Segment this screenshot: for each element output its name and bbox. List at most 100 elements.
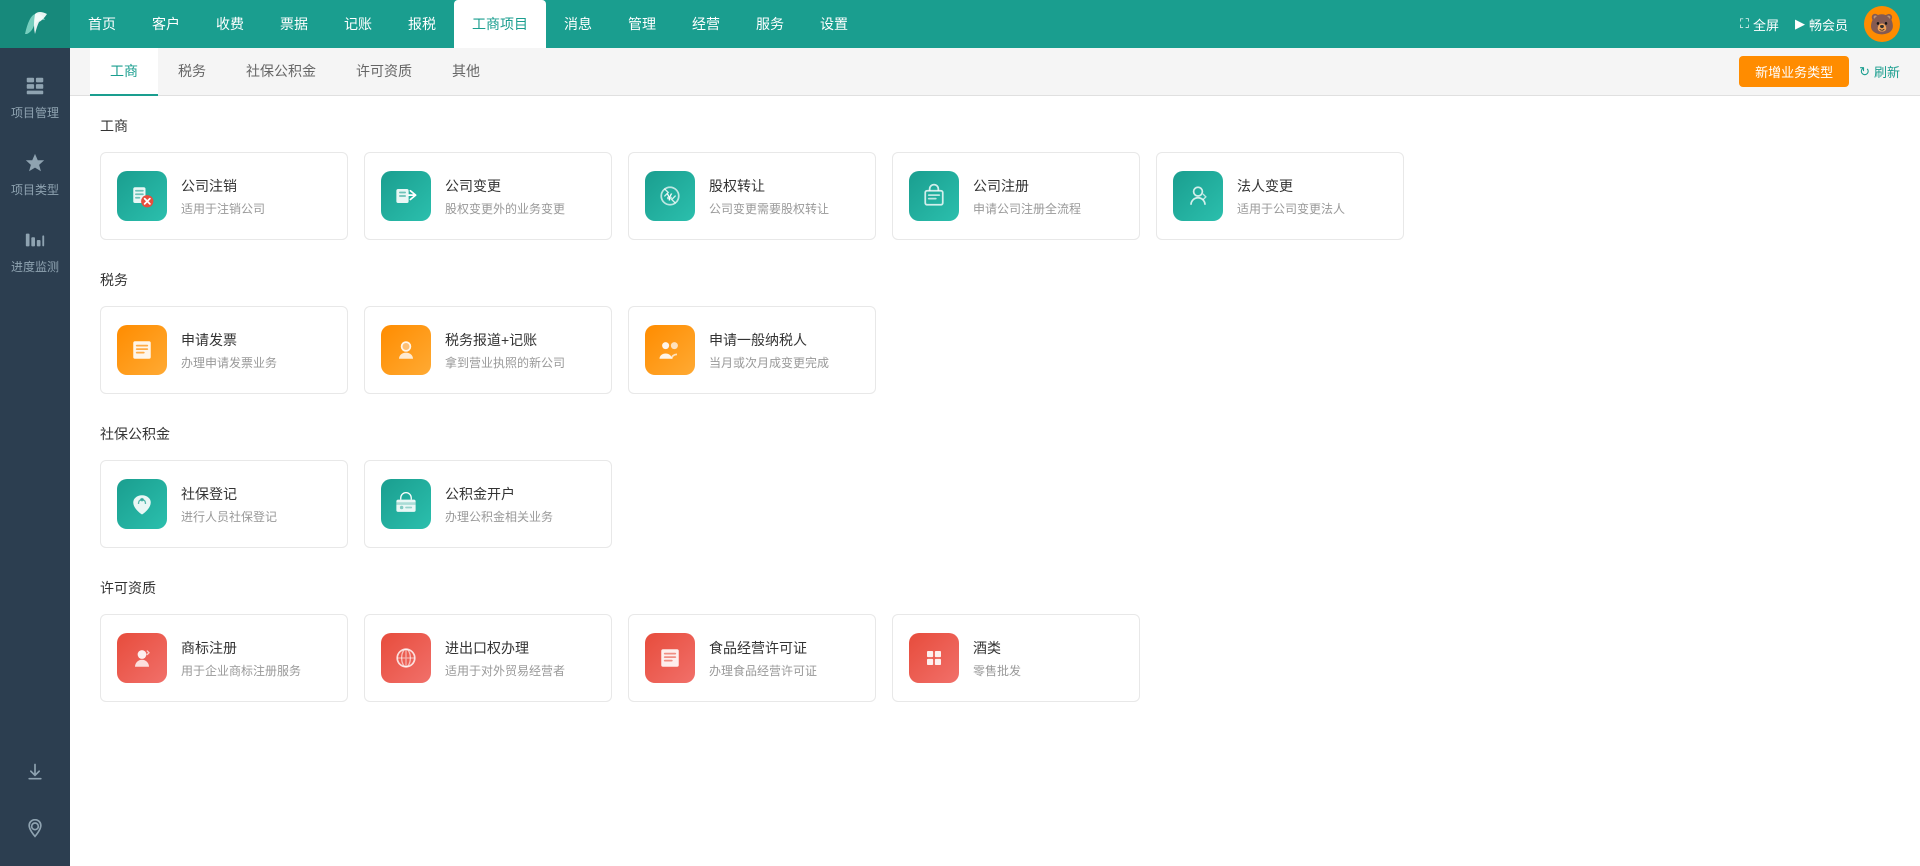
trademark-desc: 用于企业商标注册服务 [181,662,301,679]
general-taxpayer-content: 申请一般纳税人 当月或次月成变更完成 [709,330,829,371]
section-xuke: 许可资质 商标注册 用于企业商标注册服务 [100,578,1890,702]
nav-accounting[interactable]: 记账 [326,0,390,48]
content-area: 工商 税务 社保公积金 许可资质 其他 新增业务类型 ↻ 刷新 工商 [70,48,1920,866]
nav-items: 首页 客户 收费 票据 记账 报税 工商项目 消息 管理 经营 服务 设置 [70,0,1740,48]
sidebar-location[interactable] [0,800,70,856]
card-company-change[interactable]: 公司变更 股权变更外的业务变更 [364,152,612,240]
progress-icon [21,226,49,254]
card-legal-change[interactable]: 法人变更 适用于公司变更法人 [1156,152,1404,240]
card-tax-accounting[interactable]: 税务报道+记账 拿到营业执照的新公司 [364,306,612,394]
food-license-title: 食品经营许可证 [709,638,817,658]
sidebar-label-progress: 进度监测 [11,258,59,275]
tab-other[interactable]: 其他 [432,48,500,96]
nav-bizproject[interactable]: 工商项目 [454,0,546,48]
legal-change-icon [1173,171,1223,221]
card-provident-fund[interactable]: 公积金开户 办理公积金相关业务 [364,460,612,548]
food-license-content: 食品经营许可证 办理食品经营许可证 [709,638,817,679]
tab-shuiwu[interactable]: 税务 [158,48,226,96]
apply-invoice-desc: 办理申请发票业务 [181,354,277,371]
card-liquor[interactable]: 酒类 零售批发 [892,614,1140,702]
company-change-content: 公司变更 股权变更外的业务变更 [445,176,565,217]
general-taxpayer-title: 申请一般纳税人 [709,330,829,350]
sidebar-item-project-mgmt[interactable]: 项目管理 [0,58,70,135]
card-import-export[interactable]: 进出口权办理 适用于对外贸易经营者 [364,614,612,702]
member-btn[interactable]: ▶ 畅会员 [1795,15,1848,34]
card-company-cancel[interactable]: 公司注销 适用于注销公司 [100,152,348,240]
section-shebao: 社保公积金 社保登记 进行人员社保登记 [100,424,1890,548]
sidebar-item-project-type[interactable]: 项目类型 [0,135,70,212]
company-register-desc: 申请公司注册全流程 [973,200,1081,217]
xuke-cards: 商标注册 用于企业商标注册服务 [100,614,1890,702]
shebao-cards: 社保登记 进行人员社保登记 [100,460,1890,548]
liquor-icon [909,633,959,683]
nav-invoices[interactable]: 票据 [262,0,326,48]
tax-accounting-desc: 拿到营业执照的新公司 [445,354,565,371]
card-food-license[interactable]: 食品经营许可证 办理食品经营许可证 [628,614,876,702]
card-general-taxpayer[interactable]: 申请一般纳税人 当月或次月成变更完成 [628,306,876,394]
trademark-icon [117,633,167,683]
tab-shebao[interactable]: 社保公积金 [226,48,336,96]
trademark-content: 商标注册 用于企业商标注册服务 [181,638,301,679]
nav-management[interactable]: 管理 [610,0,674,48]
social-insurance-content: 社保登记 进行人员社保登记 [181,484,277,525]
apply-invoice-content: 申请发票 办理申请发票业务 [181,330,277,371]
legal-change-title: 法人变更 [1237,176,1345,196]
company-register-content: 公司注册 申请公司注册全流程 [973,176,1081,217]
legal-change-content: 法人变更 适用于公司变更法人 [1237,176,1345,217]
sidebar-item-progress[interactable]: 进度监测 [0,212,70,289]
section-xuke-title: 许可资质 [100,578,1890,598]
company-cancel-icon [117,171,167,221]
card-company-register[interactable]: 公司注册 申请公司注册全流程 [892,152,1140,240]
tax-accounting-title: 税务报道+记账 [445,330,565,350]
sidebar-download[interactable] [0,744,70,800]
card-apply-invoice[interactable]: 申请发票 办理申请发票业务 [100,306,348,394]
general-taxpayer-icon [645,325,695,375]
app-logo [0,0,70,48]
nav-home[interactable]: 首页 [70,0,134,48]
provident-fund-content: 公积金开户 办理公积金相关业务 [445,484,553,525]
refresh-button[interactable]: ↻ 刷新 [1859,62,1900,81]
fullscreen-btn[interactable]: ⛶ 全屏 [1740,15,1779,34]
card-equity-transfer[interactable]: ¥ 股权转让 公司变更需要股权转让 [628,152,876,240]
nav-fees[interactable]: 收费 [198,0,262,48]
liquor-title: 酒类 [973,638,1021,658]
equity-transfer-title: 股权转让 [709,176,829,196]
tax-accounting-icon [381,325,431,375]
refresh-icon: ↻ [1859,64,1870,80]
project-mgmt-icon [21,72,49,100]
liquor-content: 酒类 零售批发 [973,638,1021,679]
legal-change-desc: 适用于公司变更法人 [1237,200,1345,217]
social-insurance-desc: 进行人员社保登记 [181,508,277,525]
section-gongshang-title: 工商 [100,116,1890,136]
tab-gongshang[interactable]: 工商 [90,48,158,96]
project-type-icon [21,149,49,177]
nav-settings[interactable]: 设置 [802,0,866,48]
card-trademark[interactable]: 商标注册 用于企业商标注册服务 [100,614,348,702]
fullscreen-icon: ⛶ [1740,16,1749,32]
nav-messages[interactable]: 消息 [546,0,610,48]
nav-services[interactable]: 服务 [738,0,802,48]
equity-transfer-desc: 公司变更需要股权转让 [709,200,829,217]
card-social-insurance[interactable]: 社保登记 进行人员社保登记 [100,460,348,548]
section-shuiwu: 税务 申请发票 办理申请发票 [100,270,1890,394]
top-right-actions: ⛶ 全屏 ▶ 畅会员 🐻 [1740,6,1920,42]
company-cancel-content: 公司注销 适用于注销公司 [181,176,265,217]
equity-transfer-content: 股权转让 公司变更需要股权转让 [709,176,829,217]
nav-operations[interactable]: 经营 [674,0,738,48]
shuiwu-cards: 申请发票 办理申请发票业务 税务 [100,306,1890,394]
nav-tax[interactable]: 报税 [390,0,454,48]
trademark-title: 商标注册 [181,638,301,658]
nav-customers[interactable]: 客户 [134,0,198,48]
user-avatar[interactable]: 🐻 [1864,6,1900,42]
new-type-button[interactable]: 新增业务类型 [1739,56,1849,87]
company-register-icon [909,171,959,221]
company-cancel-title: 公司注销 [181,176,265,196]
liquor-desc: 零售批发 [973,662,1021,679]
food-license-desc: 办理食品经营许可证 [709,662,817,679]
apply-invoice-icon [117,325,167,375]
social-insurance-title: 社保登记 [181,484,277,504]
location-icon [21,814,49,842]
tab-xuke[interactable]: 许可资质 [336,48,432,96]
tab-bar: 工商 税务 社保公积金 许可资质 其他 新增业务类型 ↻ 刷新 [70,48,1920,96]
social-insurance-icon [117,479,167,529]
